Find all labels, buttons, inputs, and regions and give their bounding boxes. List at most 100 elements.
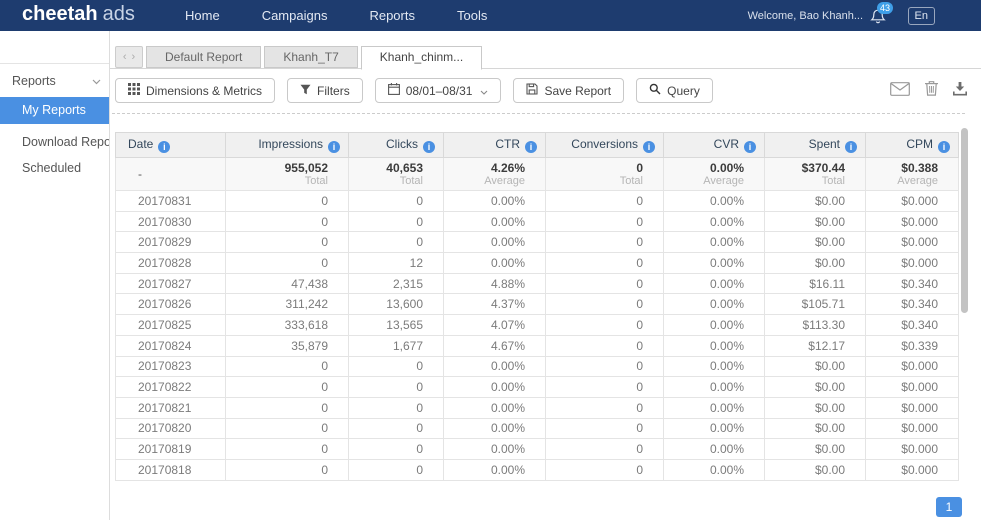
nav-item-campaigns[interactable]: Campaigns bbox=[262, 8, 328, 23]
spent-cell: $0.00 bbox=[764, 252, 866, 274]
spent-cell: $0.00 bbox=[764, 438, 866, 460]
total-cell: 0 Total bbox=[545, 157, 664, 191]
conversions-cell: 0 bbox=[545, 417, 664, 440]
conversions-cell: 0 bbox=[545, 272, 664, 295]
info-icon[interactable] bbox=[643, 141, 655, 153]
date-cell: 20170824 bbox=[115, 334, 226, 357]
ctr-cell: 4.37% bbox=[443, 293, 546, 316]
spent-cell: $0.00 bbox=[764, 190, 866, 212]
column-header-cpm[interactable]: CPM bbox=[865, 132, 959, 158]
funnel-icon bbox=[300, 84, 311, 98]
spent-cell: $113.30 bbox=[764, 314, 866, 336]
tab-khanh-chinm[interactable]: Khanh_chinm... bbox=[360, 46, 483, 70]
cpm-cell: $0.340 bbox=[865, 293, 959, 316]
ctr-cell: 0.00% bbox=[443, 396, 546, 419]
info-icon[interactable] bbox=[938, 141, 950, 153]
info-icon[interactable] bbox=[744, 141, 756, 153]
impressions-cell: 35,879 bbox=[225, 334, 349, 357]
chevron-down-icon bbox=[92, 74, 101, 88]
sidebar-item-scheduled[interactable]: Scheduled bbox=[0, 155, 109, 182]
column-header-ctr[interactable]: CTR bbox=[443, 132, 546, 158]
impressions-cell: 0 bbox=[225, 210, 349, 233]
cpm-cell: $0.000 bbox=[865, 252, 959, 274]
cpm-cell: $0.000 bbox=[865, 210, 959, 233]
ctr-cell: 0.00% bbox=[443, 231, 546, 254]
clicks-cell: 0 bbox=[348, 231, 444, 254]
impressions-cell: 333,618 bbox=[225, 314, 349, 336]
info-icon[interactable] bbox=[158, 141, 171, 153]
cpm-cell: $0.340 bbox=[865, 314, 959, 336]
cvr-cell: 0.00% bbox=[663, 272, 765, 295]
brand-light: ads bbox=[102, 3, 135, 25]
date-cell: 20170828 bbox=[115, 252, 226, 274]
sidebar-section-label: Reports bbox=[12, 74, 56, 88]
clicks-cell: 0 bbox=[348, 438, 444, 460]
info-icon[interactable] bbox=[845, 141, 857, 153]
date-cell: 20170822 bbox=[115, 376, 226, 398]
grid-icon bbox=[128, 83, 140, 98]
top-navbar: cheetah ads Home Campaigns Reports Tools … bbox=[0, 0, 981, 31]
download-icon[interactable] bbox=[953, 81, 967, 96]
impressions-cell: 311,242 bbox=[225, 293, 349, 316]
info-icon[interactable] bbox=[525, 141, 537, 153]
conversions-cell: 0 bbox=[545, 190, 664, 212]
sidebar-item-download-report[interactable]: Download Report bbox=[0, 129, 109, 156]
table-row: 20170818 0 0 0.00% 0 0.00% $0.00 $0.000 bbox=[115, 458, 959, 481]
tab-scroll-left-icon[interactable] bbox=[123, 51, 127, 63]
ctr-cell: 0.00% bbox=[443, 252, 546, 274]
filters-label: Filters bbox=[317, 83, 350, 98]
info-icon[interactable] bbox=[328, 141, 340, 153]
column-header-conversions[interactable]: Conversions bbox=[545, 132, 664, 158]
pagination-page-1[interactable]: 1 bbox=[936, 497, 962, 517]
dimensions-metrics-button[interactable]: Dimensions & Metrics bbox=[115, 78, 276, 103]
spent-cell: $12.17 bbox=[764, 334, 866, 357]
column-header-impressions[interactable]: Impressions bbox=[225, 132, 349, 158]
tab-default-report[interactable]: Default Report bbox=[146, 46, 262, 68]
spent-cell: $0.00 bbox=[764, 376, 866, 398]
save-report-button[interactable]: Save Report bbox=[513, 78, 625, 103]
info-icon[interactable] bbox=[423, 141, 435, 153]
cvr-cell: 0.00% bbox=[663, 293, 765, 316]
brand-bold: cheetah bbox=[22, 3, 98, 25]
column-header-spent[interactable]: Spent bbox=[764, 132, 866, 158]
cvr-cell: 0.00% bbox=[663, 334, 765, 357]
table-row: 20170821 0 0 0.00% 0 0.00% $0.00 $0.000 bbox=[115, 396, 959, 419]
total-row: - 955,052 Total 40,653 Total 4.26% Average … bbox=[115, 157, 959, 191]
language-selector[interactable]: En bbox=[907, 7, 935, 25]
trash-icon[interactable] bbox=[925, 81, 938, 96]
cvr-cell: 0.00% bbox=[663, 314, 765, 336]
date-range-button[interactable]: 08/01–08/31 bbox=[374, 78, 502, 103]
tab-khanh-t7[interactable]: Khanh_T7 bbox=[264, 46, 358, 68]
report-table: Date Impressions Clicks CTR Conversions … bbox=[115, 132, 959, 481]
nav-item-home[interactable]: Home bbox=[185, 8, 220, 23]
total-cell: 955,052 Total bbox=[225, 157, 349, 191]
dimensions-metrics-label: Dimensions & Metrics bbox=[146, 83, 263, 98]
tab-scroll-arrows[interactable] bbox=[115, 46, 143, 68]
table-scrollbar-thumb[interactable] bbox=[961, 128, 968, 313]
nav-item-reports[interactable]: Reports bbox=[369, 8, 415, 23]
date-cell: 20170826 bbox=[115, 293, 226, 316]
sidebar-item-my-reports[interactable]: My Reports bbox=[0, 97, 109, 124]
nav-item-tools[interactable]: Tools bbox=[457, 8, 487, 23]
cpm-cell: $0.000 bbox=[865, 231, 959, 254]
filters-button[interactable]: Filters bbox=[287, 78, 363, 103]
cpm-cell: $0.000 bbox=[865, 438, 959, 460]
impressions-cell: 0 bbox=[225, 376, 349, 398]
impressions-cell: 0 bbox=[225, 417, 349, 440]
sidebar: Reports My Reports Download Report Sched… bbox=[0, 31, 110, 520]
sidebar-section-reports[interactable]: Reports bbox=[12, 74, 101, 88]
mail-icon[interactable] bbox=[890, 81, 910, 96]
query-button[interactable]: Query bbox=[636, 78, 713, 103]
table-header-row: Date Impressions Clicks CTR Conversions … bbox=[115, 132, 959, 158]
column-header-clicks[interactable]: Clicks bbox=[348, 132, 444, 158]
brand-logo[interactable]: cheetah ads bbox=[22, 3, 135, 26]
ctr-cell: 0.00% bbox=[443, 417, 546, 440]
clicks-cell: 0 bbox=[348, 396, 444, 419]
cpm-cell: $0.000 bbox=[865, 417, 959, 440]
ctr-cell: 0.00% bbox=[443, 376, 546, 398]
spent-cell: $0.00 bbox=[764, 355, 866, 378]
tab-scroll-right-icon[interactable] bbox=[132, 51, 136, 63]
column-header-cvr[interactable]: CVR bbox=[663, 132, 765, 158]
column-header-date[interactable]: Date bbox=[115, 132, 226, 158]
date-cell: 20170830 bbox=[115, 210, 226, 233]
